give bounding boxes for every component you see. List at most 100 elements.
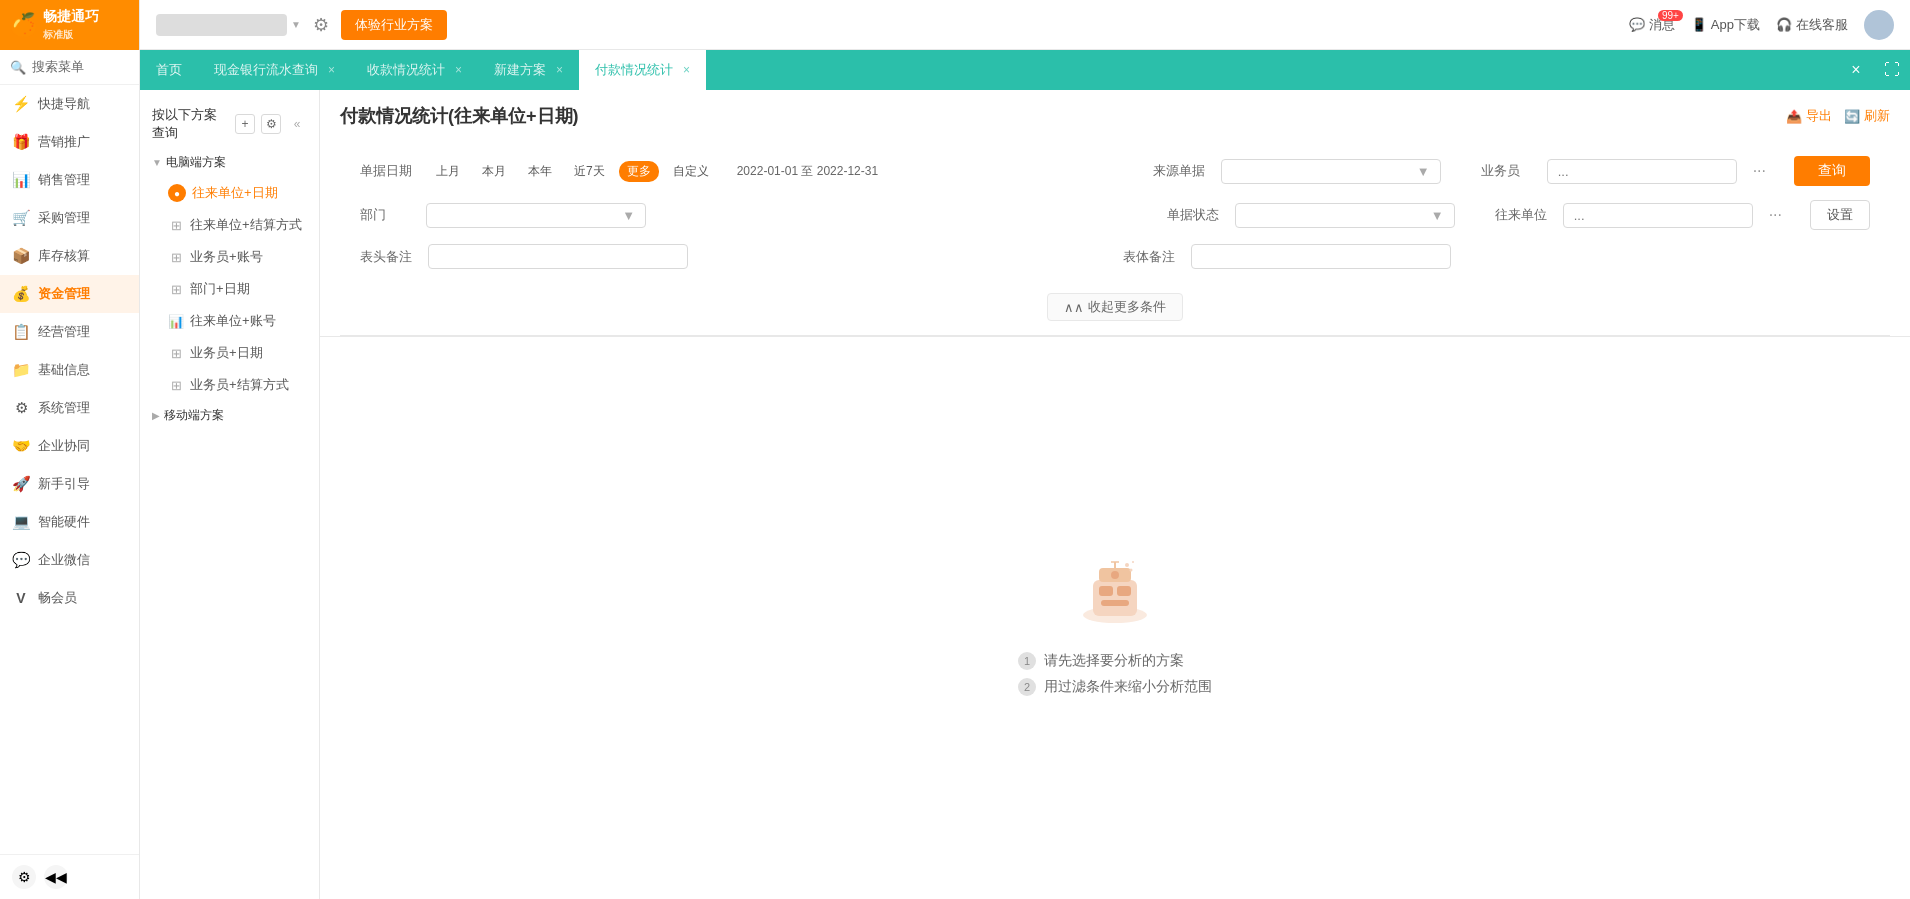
empty-step-2: 2 用过滤条件来缩小分析范围 <box>1018 678 1212 696</box>
doc-status-select[interactable]: ▼ <box>1235 203 1455 228</box>
dept-select[interactable]: ▼ <box>426 203 646 228</box>
message-badge[interactable]: 💬 消息 99+ <box>1629 16 1675 34</box>
close-all-tabs-btn[interactable]: × <box>1838 50 1874 90</box>
scheme-panel-title: 按以下方案查询 <box>152 106 229 142</box>
bank-flow-tab-close[interactable]: × <box>328 63 335 77</box>
scheme-collapse-btn[interactable]: « <box>287 114 307 134</box>
collapse-btn[interactable]: ∧∧ 收起更多条件 <box>1047 293 1183 321</box>
add-scheme-btn[interactable]: + <box>235 114 255 134</box>
date-opt-more[interactable]: 更多 <box>619 161 659 182</box>
date-options: 上月 本月 本年 近7天 更多 自定义 <box>428 160 717 183</box>
marketing-icon: 🎁 <box>12 133 30 151</box>
refresh-btn[interactable]: 🔄 刷新 <box>1844 107 1890 125</box>
header-note-input[interactable] <box>428 244 688 269</box>
page-title-row: 付款情况统计(往来单位+日期) 📤 导出 🔄 刷新 <box>340 104 1890 128</box>
scheme-settings-btn[interactable]: ⚙ <box>261 114 281 134</box>
partner-input[interactable] <box>1563 203 1753 228</box>
sidebar-item-hardware[interactable]: 💻 智能硬件 <box>0 503 139 541</box>
quick-nav-icon: ⚡ <box>12 95 30 113</box>
sidebar-label-sales: 销售管理 <box>38 171 90 189</box>
topbar-right: 💬 消息 99+ 📱 App下载 🎧 在线客服 <box>1629 10 1894 40</box>
scheme-item-salesman-account-label: 业务员+账号 <box>190 248 263 266</box>
sidebar-search[interactable]: 🔍 搜索菜单 <box>0 50 139 85</box>
page-title: 付款情况统计(往来单位+日期) <box>340 104 579 128</box>
settings-btn[interactable]: 设置 <box>1810 200 1870 230</box>
receivable-stat-tab-close[interactable]: × <box>455 63 462 77</box>
page-header: 付款情况统计(往来单位+日期) 📤 导出 🔄 刷新 <box>320 90 1910 337</box>
date-opt-this-year[interactable]: 本年 <box>520 160 560 183</box>
salesman-dots[interactable]: ··· <box>1753 162 1766 180</box>
scheme-item-salesman-date[interactable]: ⊞ 业务员+日期 <box>140 337 319 369</box>
sidebar-item-purchase[interactable]: 🛒 采购管理 <box>0 199 139 237</box>
filter-row-3: 表头备注 表体备注 <box>360 244 1870 269</box>
weixin-icon: 💬 <box>12 551 30 569</box>
date-opt-this-month[interactable]: 本月 <box>474 160 514 183</box>
export-icon: 📤 <box>1786 109 1802 124</box>
body-note-input[interactable] <box>1191 244 1451 269</box>
date-opt-last-month[interactable]: 上月 <box>428 160 468 183</box>
tab-home[interactable]: 首页 <box>140 50 198 90</box>
experience-btn[interactable]: 体验行业方案 <box>341 10 447 40</box>
avatar <box>1864 10 1894 40</box>
tab-bank-flow[interactable]: 现金银行流水查询 × <box>198 50 351 90</box>
sidebar-item-marketing[interactable]: 🎁 营销推广 <box>0 123 139 161</box>
svg-rect-1 <box>1093 580 1137 616</box>
scheme-item-partner-date[interactable]: ● 往来单位+日期 <box>140 177 319 209</box>
partner-dots[interactable]: ··· <box>1769 206 1782 224</box>
page-header-actions: 📤 导出 🔄 刷新 <box>1786 107 1890 125</box>
new-scheme-tab-close[interactable]: × <box>556 63 563 77</box>
payment-stat-tab-close[interactable]: × <box>683 63 690 77</box>
sidebar-label-marketing: 营销推广 <box>38 133 90 151</box>
sidebar-item-base-info[interactable]: 📁 基础信息 <box>0 351 139 389</box>
breadcrumb: ▼ <box>156 14 301 36</box>
sidebar-settings-btn[interactable]: ⚙ <box>12 865 36 889</box>
date-opt-custom[interactable]: 自定义 <box>665 160 717 183</box>
scheme-item-salesman-settlement-label: 业务员+结算方式 <box>190 376 289 394</box>
desktop-scheme-category[interactable]: ▼ 电脑端方案 <box>140 148 319 177</box>
partner-label: 往来单位 <box>1495 206 1547 224</box>
app-download-btn[interactable]: 📱 App下载 <box>1691 16 1760 34</box>
date-opt-last-7[interactable]: 近7天 <box>566 160 613 183</box>
query-btn[interactable]: 查询 <box>1794 156 1870 186</box>
sidebar-item-vip[interactable]: V 畅会员 <box>0 579 139 617</box>
sidebar-collapse-btn[interactable]: ◀◀ <box>44 865 68 889</box>
salesman-input[interactable] <box>1547 159 1737 184</box>
tab-receivable-stat[interactable]: 收款情况统计 × <box>351 50 478 90</box>
sidebar-item-capital[interactable]: 💰 资金管理 <box>0 275 139 313</box>
desktop-scheme-label: 电脑端方案 <box>166 154 226 171</box>
sidebar-item-sales[interactable]: 📊 销售管理 <box>0 161 139 199</box>
sidebar-item-newbie[interactable]: 🚀 新手引导 <box>0 465 139 503</box>
sidebar-item-quick-nav[interactable]: ⚡ 快捷导航 <box>0 85 139 123</box>
dept-date-icon: ⊞ <box>168 281 184 297</box>
tab-payment-stat[interactable]: 付款情况统计 × <box>579 50 706 90</box>
tab-new-scheme[interactable]: 新建方案 × <box>478 50 579 90</box>
scheme-item-salesman-settlement[interactable]: ⊞ 业务员+结算方式 <box>140 369 319 401</box>
scheme-item-salesman-account[interactable]: ⊞ 业务员+账号 <box>140 241 319 273</box>
topbar: ▼ ⚙ 体验行业方案 💬 消息 99+ 📱 App下载 🎧 在线客服 <box>140 0 1910 50</box>
scheme-item-partner-account[interactable]: 📊 往来单位+账号 <box>140 305 319 337</box>
filter-area: 单据日期 上月 本月 本年 近7天 更多 自定义 2022-01-01 至 20… <box>340 142 1890 336</box>
page-content: 按以下方案查询 + ⚙ « ▼ 电脑端方案 ● 往来单位+日期 ⊞ 往来单位+结… <box>140 90 1910 899</box>
sidebar-item-enterprise[interactable]: 🤝 企业协同 <box>0 427 139 465</box>
maximize-btn[interactable]: ⛶ <box>1874 50 1910 90</box>
salesman-date-icon: ⊞ <box>168 345 184 361</box>
mobile-scheme-category[interactable]: ▶ 移动端方案 <box>140 401 319 430</box>
export-btn[interactable]: 📤 导出 <box>1786 107 1832 125</box>
topbar-gear-icon[interactable]: ⚙ <box>313 14 329 36</box>
online-service-label: 在线客服 <box>1796 16 1848 34</box>
sidebar: 🍊 畅捷通巧 标准版 🔍 搜索菜单 ⚡ 快捷导航 🎁 营销推广 📊 销售管理 🛒… <box>0 0 140 899</box>
breadcrumb-chevron: ▼ <box>291 19 301 30</box>
sidebar-item-operations[interactable]: 📋 经营管理 <box>0 313 139 351</box>
sidebar-label-vip: 畅会员 <box>38 589 77 607</box>
system-icon: ⚙ <box>12 399 30 417</box>
svg-rect-4 <box>1101 600 1129 606</box>
scheme-item-dept-date-label: 部门+日期 <box>190 280 250 298</box>
sidebar-item-inventory[interactable]: 📦 库存核算 <box>0 237 139 275</box>
online-service-btn[interactable]: 🎧 在线客服 <box>1776 16 1848 34</box>
sidebar-item-system[interactable]: ⚙ 系统管理 <box>0 389 139 427</box>
source-doc-select[interactable]: ▼ <box>1221 159 1441 184</box>
scheme-item-dept-date[interactable]: ⊞ 部门+日期 <box>140 273 319 305</box>
sidebar-item-weixin[interactable]: 💬 企业微信 <box>0 541 139 579</box>
date-range-text: 2022-01-01 至 2022-12-31 <box>737 163 878 180</box>
scheme-item-partner-settlement[interactable]: ⊞ 往来单位+结算方式 <box>140 209 319 241</box>
